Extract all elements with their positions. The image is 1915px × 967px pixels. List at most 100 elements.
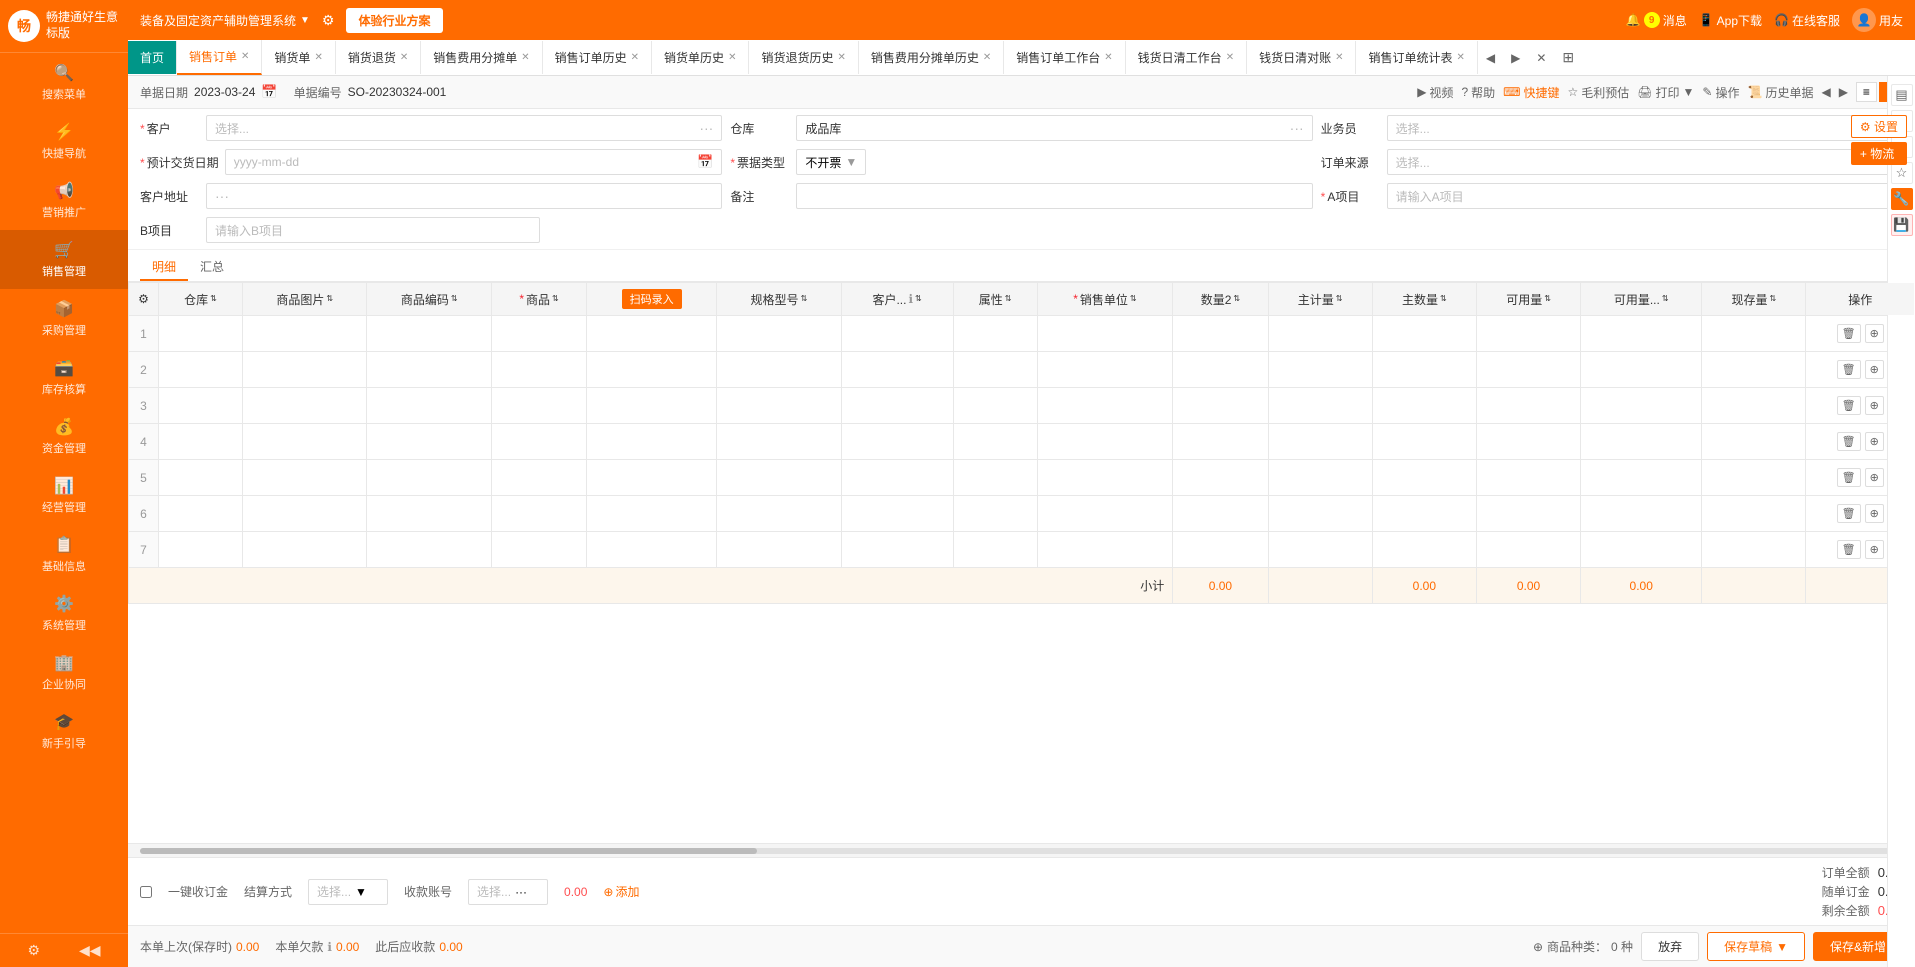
tab-close-return-goods-history[interactable]: ✕ bbox=[837, 52, 845, 63]
operation-btn[interactable]: ✎ 操作 bbox=[1702, 84, 1739, 101]
row7-available[interactable] bbox=[1476, 532, 1580, 568]
row2-product-code[interactable] bbox=[367, 352, 491, 388]
row1-warehouse[interactable] bbox=[159, 316, 243, 352]
tab-return-goods[interactable]: 销货退货 ✕ bbox=[336, 41, 421, 74]
row1-copy-btn[interactable]: ⊕ bbox=[1865, 324, 1884, 343]
row5-main-unit[interactable] bbox=[1268, 460, 1372, 496]
sidebar-item-basic-info[interactable]: 📋 基础信息 bbox=[0, 525, 128, 584]
delivery-cal-icon[interactable]: 📅 bbox=[697, 154, 713, 170]
address-input[interactable]: ··· bbox=[206, 183, 722, 209]
remark-input[interactable] bbox=[796, 183, 1312, 209]
add-material-btn[interactable]: + 物流 bbox=[1851, 142, 1907, 165]
warehouse-input[interactable]: 成品库 ··· bbox=[796, 115, 1312, 141]
th-available[interactable]: 可用量⇅ bbox=[1476, 283, 1580, 316]
th-product-image[interactable]: 商品图片⇅ bbox=[242, 283, 366, 316]
row5-product-image[interactable] bbox=[242, 460, 366, 496]
row5-spec[interactable] bbox=[717, 460, 841, 496]
row6-warehouse[interactable] bbox=[159, 496, 243, 532]
row6-qty2[interactable] bbox=[1173, 496, 1268, 532]
tab-fee-split[interactable]: 销售费用分摊单 ✕ bbox=[421, 41, 542, 74]
th-main-unit[interactable]: 主计量⇅ bbox=[1268, 283, 1372, 316]
row6-main-unit[interactable] bbox=[1268, 496, 1372, 532]
tab-close-sales-order[interactable]: ✕ bbox=[241, 51, 249, 62]
row6-available[interactable] bbox=[1476, 496, 1580, 532]
row2-product[interactable] bbox=[491, 352, 586, 388]
tab-close-sales-stats[interactable]: ✕ bbox=[1457, 52, 1465, 63]
tab-sales-stats[interactable]: 销售订单统计表 ✕ bbox=[1356, 41, 1477, 74]
row4-qty2[interactable] bbox=[1173, 424, 1268, 460]
tab-sales-order[interactable]: 销售订单 ✕ bbox=[177, 40, 262, 75]
row3-spec[interactable] bbox=[717, 388, 841, 424]
customer-input[interactable]: 选择... ··· bbox=[206, 115, 722, 141]
sidebar-gear-btn[interactable]: ⚙ bbox=[27, 942, 40, 959]
scrollbar-track[interactable] bbox=[140, 848, 1903, 854]
row2-main-qty[interactable] bbox=[1372, 352, 1476, 388]
sidebar-item-enterprise[interactable]: 🏢 企业协同 bbox=[0, 643, 128, 702]
tab-cash-daily-clear[interactable]: 钱货日清工作台 ✕ bbox=[1126, 41, 1247, 74]
row5-copy-btn[interactable]: ⊕ bbox=[1865, 468, 1884, 487]
tab-close-fee-split[interactable]: ✕ bbox=[521, 52, 529, 63]
th-attribute[interactable]: 属性⇅ bbox=[953, 283, 1037, 316]
add-btn[interactable]: ⊕ 添加 bbox=[603, 883, 639, 900]
row5-available[interactable] bbox=[1476, 460, 1580, 496]
row2-sales-unit[interactable] bbox=[1037, 352, 1173, 388]
staff-input[interactable]: 选择... ··· bbox=[1387, 115, 1903, 141]
row2-main-unit[interactable] bbox=[1268, 352, 1372, 388]
th-qty2[interactable]: 数量2⇅ bbox=[1173, 283, 1268, 316]
row3-product-code[interactable] bbox=[367, 388, 491, 424]
help-btn[interactable]: ? 帮助 bbox=[1461, 84, 1495, 101]
row1-delete-btn[interactable]: 🗑 bbox=[1837, 324, 1861, 343]
sidebar-item-newbie[interactable]: 🎓 新手引导 bbox=[0, 702, 128, 761]
row5-scan[interactable] bbox=[587, 460, 717, 496]
row3-available[interactable] bbox=[1476, 388, 1580, 424]
th-scan[interactable]: 扫码录入 bbox=[587, 283, 717, 316]
row4-product[interactable] bbox=[491, 424, 586, 460]
row4-scan[interactable] bbox=[587, 424, 717, 460]
row1-scan[interactable] bbox=[587, 316, 717, 352]
account-select[interactable]: 选择... ··· bbox=[468, 879, 548, 905]
row1-product-image[interactable] bbox=[242, 316, 366, 352]
row3-qty2[interactable] bbox=[1173, 388, 1268, 424]
row6-spec[interactable] bbox=[717, 496, 841, 532]
sidebar-item-operations[interactable]: 📊 经营管理 bbox=[0, 466, 128, 525]
th-product-code[interactable]: 商品编码⇅ bbox=[367, 283, 491, 316]
row1-available2[interactable] bbox=[1581, 316, 1702, 352]
row4-copy-btn[interactable]: ⊕ bbox=[1865, 432, 1884, 451]
tab-next-btn[interactable]: ▶ bbox=[1503, 45, 1528, 71]
row5-stock[interactable] bbox=[1702, 460, 1806, 496]
row6-product-code[interactable] bbox=[367, 496, 491, 532]
row2-warehouse[interactable] bbox=[159, 352, 243, 388]
row6-scan[interactable] bbox=[587, 496, 717, 532]
row7-product-image[interactable] bbox=[242, 532, 366, 568]
side-panel-btn-6[interactable]: 💾 bbox=[1891, 214, 1913, 236]
tab-expand-btn[interactable]: ⊞ bbox=[1554, 43, 1582, 72]
row2-qty2[interactable] bbox=[1173, 352, 1268, 388]
side-panel-btn-1[interactable]: ▤ bbox=[1891, 84, 1913, 106]
th-customer-info[interactable]: 客户...ℹ⇅ bbox=[841, 283, 953, 316]
row6-sales-unit[interactable] bbox=[1037, 496, 1173, 532]
row7-product-code[interactable] bbox=[367, 532, 491, 568]
tab-close-cash-daily-clear[interactable]: ✕ bbox=[1226, 52, 1234, 63]
calendar-icon[interactable]: 📅 bbox=[261, 84, 277, 100]
row4-stock[interactable] bbox=[1702, 424, 1806, 460]
tab-close-return-goods[interactable]: ✕ bbox=[400, 52, 408, 63]
row1-attribute[interactable] bbox=[953, 316, 1037, 352]
row1-qty2[interactable] bbox=[1173, 316, 1268, 352]
row7-copy-btn[interactable]: ⊕ bbox=[1865, 540, 1884, 559]
row7-sales-unit[interactable] bbox=[1037, 532, 1173, 568]
sidebar-item-sales[interactable]: 🛒 销售管理 bbox=[0, 230, 128, 289]
setting-btn[interactable]: ⚙ 设置 bbox=[1851, 115, 1907, 138]
row3-main-qty[interactable] bbox=[1372, 388, 1476, 424]
user-btn[interactable]: 👤 用友 bbox=[1852, 8, 1903, 32]
shortcut-btn[interactable]: ⌨ 快捷键 bbox=[1503, 84, 1559, 101]
row4-sales-unit[interactable] bbox=[1037, 424, 1173, 460]
sidebar-item-purchase[interactable]: 📦 采购管理 bbox=[0, 289, 128, 348]
row2-available[interactable] bbox=[1476, 352, 1580, 388]
app-download-btn[interactable]: 📱 App下载 bbox=[1699, 12, 1762, 29]
invoice-select[interactable]: 不开票 ▼ bbox=[796, 149, 866, 175]
tab-close-fee-split-history[interactable]: ✕ bbox=[983, 52, 991, 63]
row5-delete-btn[interactable]: 🗑 bbox=[1837, 468, 1861, 487]
th-product[interactable]: *商品⇅ bbox=[491, 283, 586, 316]
row1-available[interactable] bbox=[1476, 316, 1580, 352]
row3-scan[interactable] bbox=[587, 388, 717, 424]
